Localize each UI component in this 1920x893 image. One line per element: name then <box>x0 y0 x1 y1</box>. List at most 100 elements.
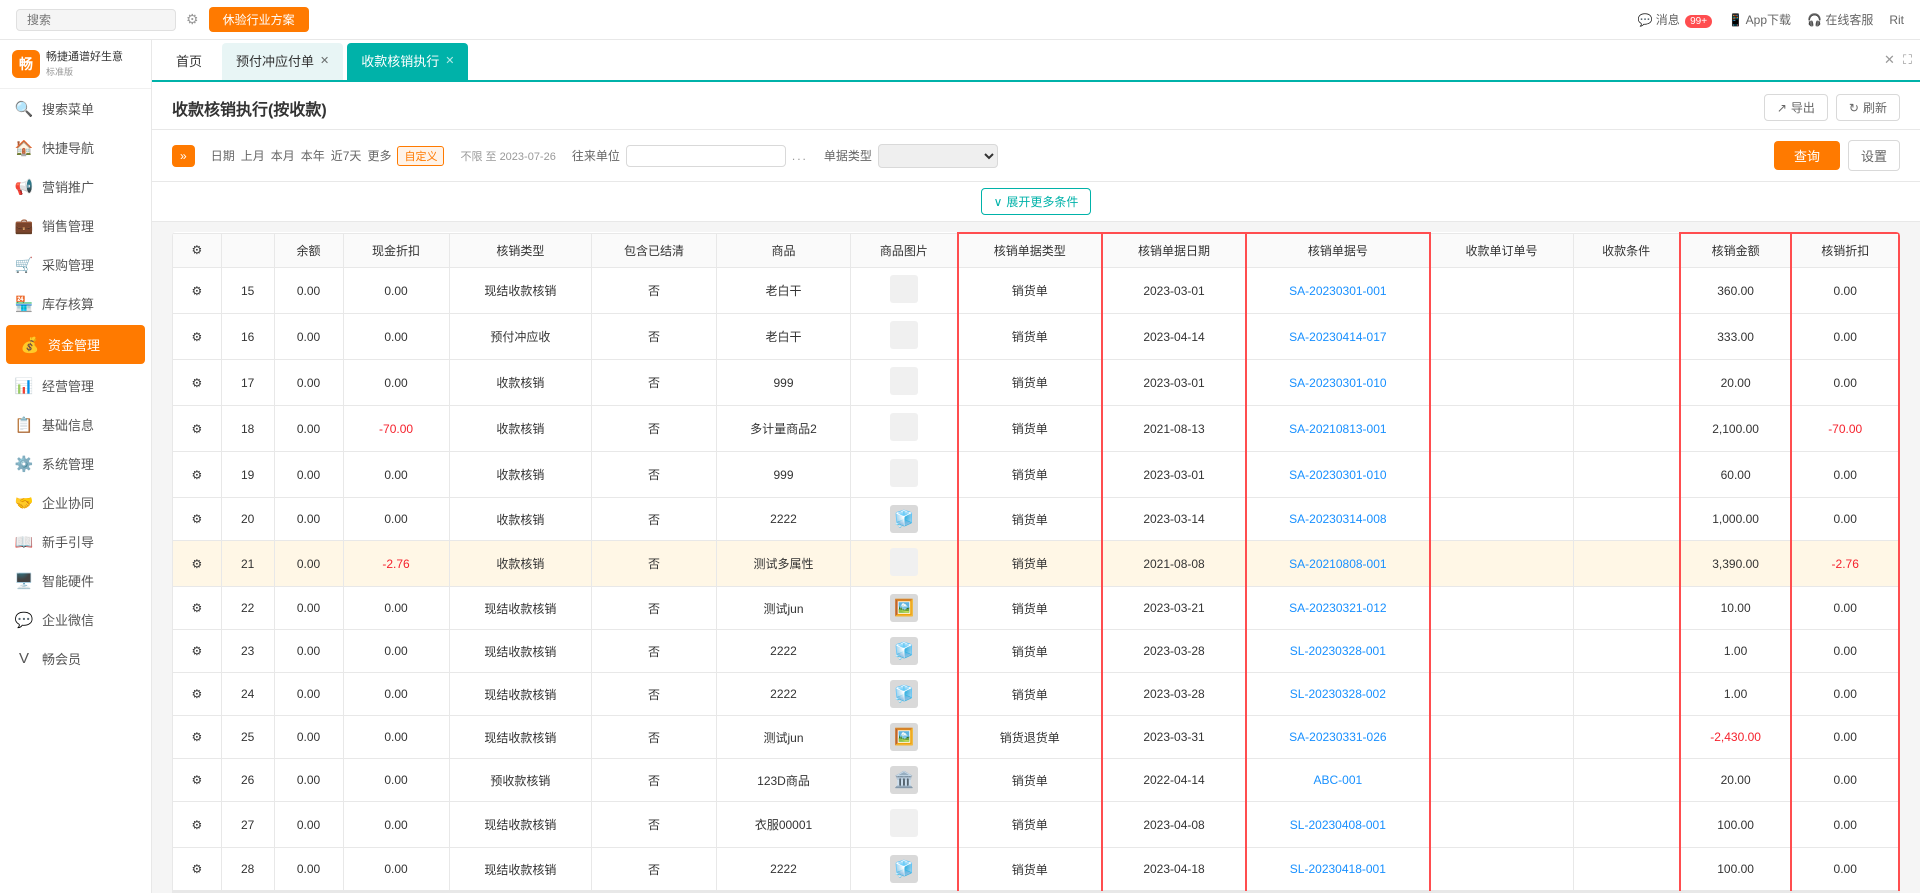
bill-no-link[interactable]: SA-20230301-010 <box>1289 468 1386 482</box>
user-label[interactable]: Rit <box>1889 13 1904 27</box>
td-bill-no[interactable]: SA-20230314-008 <box>1246 498 1429 541</box>
sidebar-item-hardware[interactable]: 🖥️ 智能硬件 <box>0 561 151 600</box>
td-gear[interactable]: ⚙ <box>173 406 222 452</box>
td-write-amount: 100.00 <box>1680 802 1792 848</box>
date-last-month[interactable]: 上月 <box>241 147 265 164</box>
td-gear[interactable]: ⚙ <box>173 268 222 314</box>
td-seq: 17 <box>221 360 274 406</box>
sidebar-item-finance[interactable]: 💰 资金管理 <box>6 325 145 364</box>
online-service[interactable]: 🎧 在线客服 <box>1807 11 1873 28</box>
td-gear[interactable]: ⚙ <box>173 498 222 541</box>
date-7days[interactable]: 近7天 <box>331 147 362 164</box>
date-more[interactable]: 更多 <box>367 147 391 164</box>
table-body: ⚙ 15 0.00 0.00 现结收款核销 否 老白干 销货单 2023-03-… <box>173 268 1900 891</box>
table-header-row: ⚙ 余额 现金折扣 核销类型 包含已结清 商品 商品图片 核销单据类型 核销单据… <box>173 233 1900 268</box>
td-bill-no[interactable]: SL-20230328-001 <box>1246 630 1429 673</box>
settings-btn[interactable]: 设置 <box>1848 140 1900 171</box>
bill-no-link[interactable]: SL-20230328-002 <box>1290 687 1386 701</box>
td-bill-no[interactable]: SA-20230414-017 <box>1246 314 1429 360</box>
td-gear[interactable]: ⚙ <box>173 848 222 891</box>
gear-icon[interactable]: ⚙ <box>186 11 199 28</box>
bill-no-link[interactable]: ABC-001 <box>1314 773 1363 787</box>
bill-no-link[interactable]: SA-20210813-001 <box>1289 422 1386 436</box>
bill-no-link[interactable]: SL-20230408-001 <box>1290 818 1386 832</box>
sidebar-item-system[interactable]: ⚙️ 系统管理 <box>0 444 151 483</box>
td-gear[interactable]: ⚙ <box>173 541 222 587</box>
td-gear[interactable]: ⚙ <box>173 587 222 630</box>
refresh-btn[interactable]: ↻ 刷新 <box>1836 94 1900 121</box>
td-bill-no[interactable]: SA-20230301-010 <box>1246 452 1429 498</box>
bill-type-select[interactable]: 销货单 销货退货单 <box>878 144 998 168</box>
goods-image-blank <box>890 809 918 837</box>
td-bill-no[interactable]: SL-20230328-002 <box>1246 673 1429 716</box>
date-custom[interactable]: 自定义 <box>397 146 444 166</box>
th-settled: 包含已结清 <box>592 233 716 268</box>
bill-no-link[interactable]: SA-20230331-026 <box>1289 730 1386 744</box>
bill-no-link[interactable]: SA-20230321-012 <box>1289 601 1386 615</box>
tab-prepay-close[interactable]: ✕ <box>320 54 329 67</box>
sidebar-item-marketing[interactable]: 📢 营销推广 <box>0 167 151 206</box>
app-download[interactable]: 📱 App下载 <box>1728 11 1791 28</box>
td-bill-no[interactable]: SA-20230331-026 <box>1246 716 1429 759</box>
td-gear[interactable]: ⚙ <box>173 630 222 673</box>
td-balance: 0.00 <box>274 360 343 406</box>
td-gear[interactable]: ⚙ <box>173 759 222 802</box>
td-gear[interactable]: ⚙ <box>173 314 222 360</box>
sidebar-item-member[interactable]: V 畅会员 <box>0 639 151 678</box>
sidebar-item-corp[interactable]: 🤝 企业协同 <box>0 483 151 522</box>
date-this-year[interactable]: 本年 <box>301 147 325 164</box>
td-receipt-cond <box>1573 360 1680 406</box>
tab-receipt[interactable]: 收款核销执行 ✕ <box>347 43 468 80</box>
td-goods-img: 🧊 <box>851 630 958 673</box>
td-gear[interactable]: ⚙ <box>173 802 222 848</box>
th-gear[interactable]: ⚙ <box>173 233 222 268</box>
bill-no-link[interactable]: SA-20230301-010 <box>1289 376 1386 390</box>
td-bill-no[interactable]: SA-20230321-012 <box>1246 587 1429 630</box>
goods-image: 🧊 <box>890 637 918 665</box>
partner-input[interactable] <box>626 145 786 167</box>
filter-toggle-btn[interactable]: » <box>172 145 195 167</box>
bill-no-link[interactable]: SA-20210808-001 <box>1289 557 1386 571</box>
td-receipt-cond <box>1573 673 1680 716</box>
td-bill-no[interactable]: SA-20210808-001 <box>1246 541 1429 587</box>
bill-no-link[interactable]: SL-20230328-001 <box>1290 644 1386 658</box>
bill-no-link[interactable]: SA-20230414-017 <box>1289 330 1386 344</box>
td-gear[interactable]: ⚙ <box>173 673 222 716</box>
td-gear[interactable]: ⚙ <box>173 452 222 498</box>
td-bill-no[interactable]: ABC-001 <box>1246 759 1429 802</box>
td-type: 收款核销 <box>449 360 592 406</box>
tab-receipt-close[interactable]: ✕ <box>445 54 454 67</box>
td-goods-img <box>851 406 958 452</box>
tab-close-all-icon[interactable]: ✕ <box>1884 52 1895 68</box>
sidebar-item-inventory[interactable]: 🏪 库存核算 <box>0 284 151 323</box>
date-this-month[interactable]: 本月 <box>271 147 295 164</box>
tab-home[interactable]: 首页 <box>160 43 218 80</box>
message-area[interactable]: 💬 消息 99+ <box>1637 11 1712 28</box>
td-gear[interactable]: ⚙ <box>173 716 222 759</box>
bill-no-link[interactable]: SA-20230314-008 <box>1289 512 1386 526</box>
td-bill-no[interactable]: SL-20230408-001 <box>1246 802 1429 848</box>
bill-no-link[interactable]: SA-20230301-001 <box>1289 284 1386 298</box>
bill-no-link[interactable]: SL-20230418-001 <box>1290 862 1386 876</box>
sidebar-item-guide[interactable]: 📖 新手引导 <box>0 522 151 561</box>
expand-more-btn[interactable]: ∨ 展开更多条件 <box>981 188 1092 215</box>
td-bill-no[interactable]: SA-20210813-001 <box>1246 406 1429 452</box>
sidebar-item-quicknav[interactable]: 🏠 快捷导航 <box>0 128 151 167</box>
sidebar-item-sales[interactable]: 💼 销售管理 <box>0 206 151 245</box>
td-bill-no[interactable]: SL-20230418-001 <box>1246 848 1429 891</box>
td-gear[interactable]: ⚙ <box>173 360 222 406</box>
search-input[interactable] <box>16 9 176 31</box>
industry-btn[interactable]: 休验行业方案 <box>209 7 309 32</box>
tab-expand-icon[interactable]: ⛶ <box>1903 52 1912 68</box>
sidebar-item-search[interactable]: 🔍 搜索菜单 <box>0 89 151 128</box>
sidebar-item-operation[interactable]: 📊 经营管理 <box>0 366 151 405</box>
export-btn[interactable]: ↗ 导出 <box>1764 94 1828 121</box>
query-btn[interactable]: 查询 <box>1774 141 1840 170</box>
table-area[interactable]: ⚙ 余额 现金折扣 核销类型 包含已结清 商品 商品图片 核销单据类型 核销单据… <box>152 222 1920 893</box>
sidebar-item-purchase[interactable]: 🛒 采购管理 <box>0 245 151 284</box>
sidebar-item-wechat[interactable]: 💬 企业微信 <box>0 600 151 639</box>
td-bill-no[interactable]: SA-20230301-001 <box>1246 268 1429 314</box>
tab-prepay[interactable]: 预付冲应付单 ✕ <box>222 43 343 80</box>
sidebar-item-basic[interactable]: 📋 基础信息 <box>0 405 151 444</box>
td-bill-no[interactable]: SA-20230301-010 <box>1246 360 1429 406</box>
